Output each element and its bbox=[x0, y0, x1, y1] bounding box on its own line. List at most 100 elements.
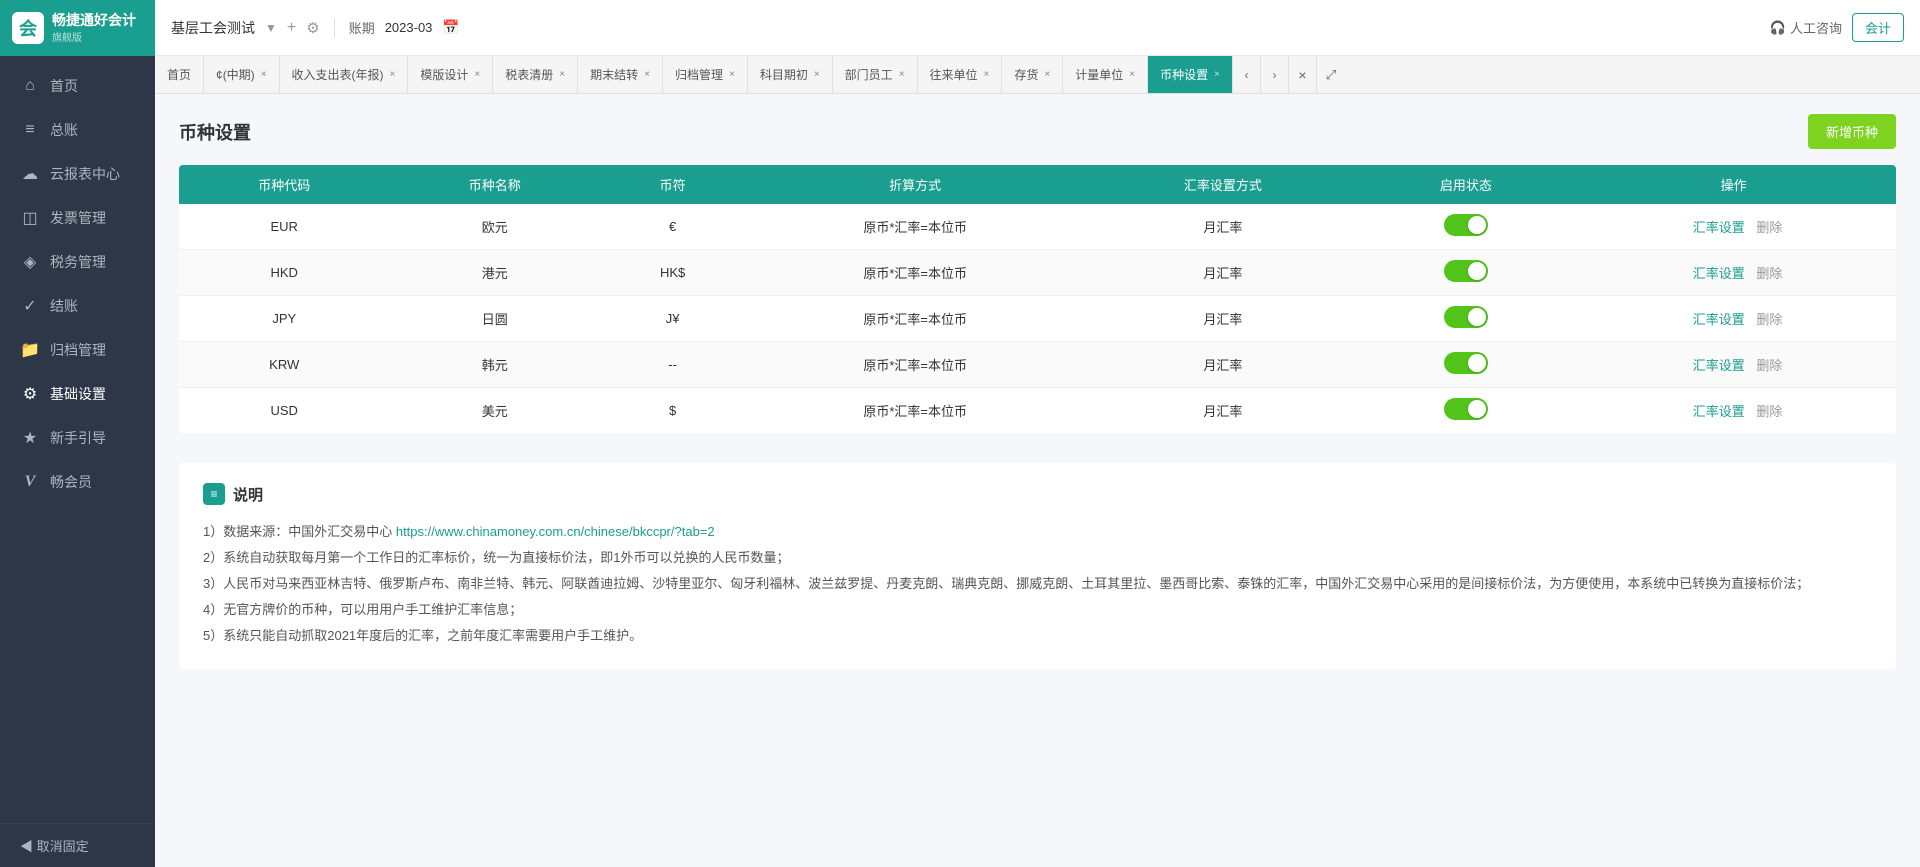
tab-units[interactable]: 计量单位 × bbox=[1063, 56, 1148, 93]
tab-close-icon[interactable]: × bbox=[644, 69, 650, 80]
status-toggle[interactable] bbox=[1444, 214, 1488, 236]
help-button[interactable]: 🎧 人工咨询 bbox=[1770, 18, 1842, 37]
tab-period[interactable]: ¢(中期) × bbox=[204, 56, 280, 93]
app-name: 畅捷通好会计 bbox=[52, 12, 136, 29]
tab-close-icon[interactable]: × bbox=[559, 69, 565, 80]
tab-close-icon[interactable]: × bbox=[899, 69, 905, 80]
ledger-icon: ≡ bbox=[20, 121, 40, 139]
delete-link[interactable]: 删除 bbox=[1756, 266, 1782, 281]
page-title: 币种设置 bbox=[179, 119, 251, 145]
sidebar-item-invoice[interactable]: ◫ 发票管理 bbox=[0, 196, 155, 240]
new-currency-button[interactable]: 新增币种 bbox=[1808, 114, 1896, 149]
dropdown-icon[interactable]: ▼ bbox=[265, 21, 277, 35]
rate-settings-link[interactable]: 汇率设置 bbox=[1693, 220, 1745, 235]
cell-calc: 原币*汇率=本位币 bbox=[745, 204, 1085, 250]
tab-close-icon[interactable]: × bbox=[474, 69, 480, 80]
delete-link[interactable]: 删除 bbox=[1756, 220, 1782, 235]
tax-icon: ◈ bbox=[20, 252, 40, 272]
settings-gear-icon[interactable]: ⚙ bbox=[306, 19, 319, 37]
table-row: JPY 日圆 J¥ 原币*汇率=本位币 月汇率 汇率设置 删除 bbox=[179, 296, 1896, 342]
topbar: 基层工会测试 ▼ + ⚙ 账期 2023-03 📅 🎧 人工咨询 会计 bbox=[155, 0, 1920, 56]
logo-icon: 会 bbox=[12, 12, 44, 44]
delete-link[interactable]: 删除 bbox=[1756, 312, 1782, 327]
notes-link[interactable]: https://www.chinamoney.com.cn/chinese/bk… bbox=[396, 524, 715, 539]
tab-close-icon[interactable]: × bbox=[984, 69, 990, 80]
rate-settings-link[interactable]: 汇率设置 bbox=[1693, 266, 1745, 281]
tab-label: 收入支出表(年报) bbox=[292, 66, 384, 83]
tab-next-btn[interactable]: › bbox=[1261, 56, 1289, 93]
sidebar-item-archive[interactable]: 📁 归档管理 bbox=[0, 328, 155, 372]
tab-archive[interactable]: 归档管理 × bbox=[663, 56, 748, 93]
toggle-knob bbox=[1468, 354, 1486, 372]
topbar-divider bbox=[334, 18, 335, 38]
invoice-icon: ◫ bbox=[20, 208, 40, 228]
col-header-actions: 操作 bbox=[1571, 165, 1896, 204]
checkout-icon: ✓ bbox=[20, 296, 40, 316]
cell-actions: 汇率设置 删除 bbox=[1571, 204, 1896, 250]
sidebar-item-ledger[interactable]: ≡ 总账 bbox=[0, 108, 155, 152]
currency-table: 币种代码 币种名称 币符 折算方式 汇率设置方式 启用状态 操作 EUR 欧元 … bbox=[179, 165, 1896, 433]
rate-settings-link[interactable]: 汇率设置 bbox=[1693, 404, 1745, 419]
tab-close-icon[interactable]: × bbox=[1044, 69, 1050, 80]
sidebar-item-label: 新手引导 bbox=[50, 428, 106, 448]
sidebar-item-tax[interactable]: ◈ 税务管理 bbox=[0, 240, 155, 284]
delete-link[interactable]: 删除 bbox=[1756, 358, 1782, 373]
rate-settings-link[interactable]: 汇率设置 bbox=[1693, 358, 1745, 373]
tab-template[interactable]: 模版设计 × bbox=[408, 56, 493, 93]
main-area: 基层工会测试 ▼ + ⚙ 账期 2023-03 📅 🎧 人工咨询 会计 首页 ¢… bbox=[155, 0, 1920, 867]
notes-item: 3）人民币对马来西亚林吉特、俄罗斯卢布、南非兰特、韩元、阿联酋迪拉姆、沙特里亚尔… bbox=[203, 571, 1872, 597]
cell-name: 韩元 bbox=[389, 342, 599, 388]
tab-period-end[interactable]: 期末结转 × bbox=[578, 56, 663, 93]
add-icon[interactable]: + bbox=[287, 19, 296, 37]
sidebar-item-home[interactable]: ⌂ 首页 bbox=[0, 64, 155, 108]
sidebar-nav: ⌂ 首页 ≡ 总账 ☁ 云报表中心 ◫ 发票管理 ◈ 税务管理 ✓ 结账 📁 归… bbox=[0, 56, 155, 823]
sidebar-item-label: 发票管理 bbox=[50, 208, 106, 228]
tab-dept[interactable]: 部门员工 × bbox=[833, 56, 918, 93]
kuaiji-button[interactable]: 会计 bbox=[1852, 13, 1904, 42]
cell-name: 欧元 bbox=[389, 204, 599, 250]
status-toggle[interactable] bbox=[1444, 352, 1488, 374]
tab-inventory[interactable]: 存货 × bbox=[1002, 56, 1063, 93]
content-area: 币种设置 新增币种 币种代码 币种名称 币符 折算方式 汇率设置方式 启用状态 … bbox=[155, 94, 1920, 867]
tab-customers[interactable]: 往来单位 × bbox=[918, 56, 1003, 93]
sidebar-item-settings[interactable]: ⚙ 基础设置 bbox=[0, 372, 155, 416]
tab-label: 往来单位 bbox=[930, 66, 978, 83]
tab-close-all-btn[interactable]: × bbox=[1289, 56, 1317, 93]
calendar-icon[interactable]: 📅 bbox=[442, 19, 459, 36]
sidebar-item-label: 畅会员 bbox=[50, 472, 92, 492]
notes-icon: ≡ bbox=[203, 483, 225, 505]
tab-income[interactable]: 收入支出表(年报) × bbox=[280, 56, 409, 93]
cloud-icon: ☁ bbox=[20, 164, 40, 184]
toggle-knob bbox=[1468, 262, 1486, 280]
delete-link[interactable]: 删除 bbox=[1756, 404, 1782, 419]
tab-close-icon[interactable]: × bbox=[1129, 69, 1135, 80]
rate-settings-link[interactable]: 汇率设置 bbox=[1693, 312, 1745, 327]
sidebar-item-member[interactable]: V 畅会员 bbox=[0, 460, 155, 504]
status-toggle[interactable] bbox=[1444, 260, 1488, 282]
cell-actions: 汇率设置 删除 bbox=[1571, 296, 1896, 342]
notes-item: 2）系统自动获取每月第一个工作日的汇率标价，统一为直接标价法，即1外币可以兑换的… bbox=[203, 545, 1872, 571]
cell-actions: 汇率设置 删除 bbox=[1571, 250, 1896, 296]
toggle-knob bbox=[1468, 216, 1486, 234]
tab-subjects[interactable]: 科目期初 × bbox=[748, 56, 833, 93]
sidebar-item-reports[interactable]: ☁ 云报表中心 bbox=[0, 152, 155, 196]
tab-tax[interactable]: 税表清册 × bbox=[493, 56, 578, 93]
cell-status bbox=[1361, 204, 1571, 250]
tab-currency[interactable]: 币种设置 × bbox=[1148, 56, 1233, 93]
tab-close-icon[interactable]: × bbox=[390, 69, 396, 80]
status-toggle[interactable] bbox=[1444, 398, 1488, 420]
tab-expand-btn[interactable]: ⤢ bbox=[1317, 56, 1345, 93]
tab-close-icon[interactable]: × bbox=[261, 69, 267, 80]
notes-list: 1）数据来源：中国外汇交易中心 https://www.chinamoney.c… bbox=[203, 519, 1872, 649]
tab-close-icon[interactable]: × bbox=[1214, 69, 1220, 80]
sidebar-unpin[interactable]: ◀ 取消固定 bbox=[0, 823, 155, 867]
status-toggle[interactable] bbox=[1444, 306, 1488, 328]
tab-close-icon[interactable]: × bbox=[729, 69, 735, 80]
sidebar-item-guide[interactable]: ★ 新手引导 bbox=[0, 416, 155, 460]
settings-icon: ⚙ bbox=[20, 384, 40, 404]
tab-prev-btn[interactable]: ‹ bbox=[1233, 56, 1261, 93]
notes-item: 1）数据来源：中国外汇交易中心 https://www.chinamoney.c… bbox=[203, 519, 1872, 545]
sidebar-item-checkout[interactable]: ✓ 结账 bbox=[0, 284, 155, 328]
tab-home[interactable]: 首页 bbox=[155, 56, 204, 93]
tab-close-icon[interactable]: × bbox=[814, 69, 820, 80]
